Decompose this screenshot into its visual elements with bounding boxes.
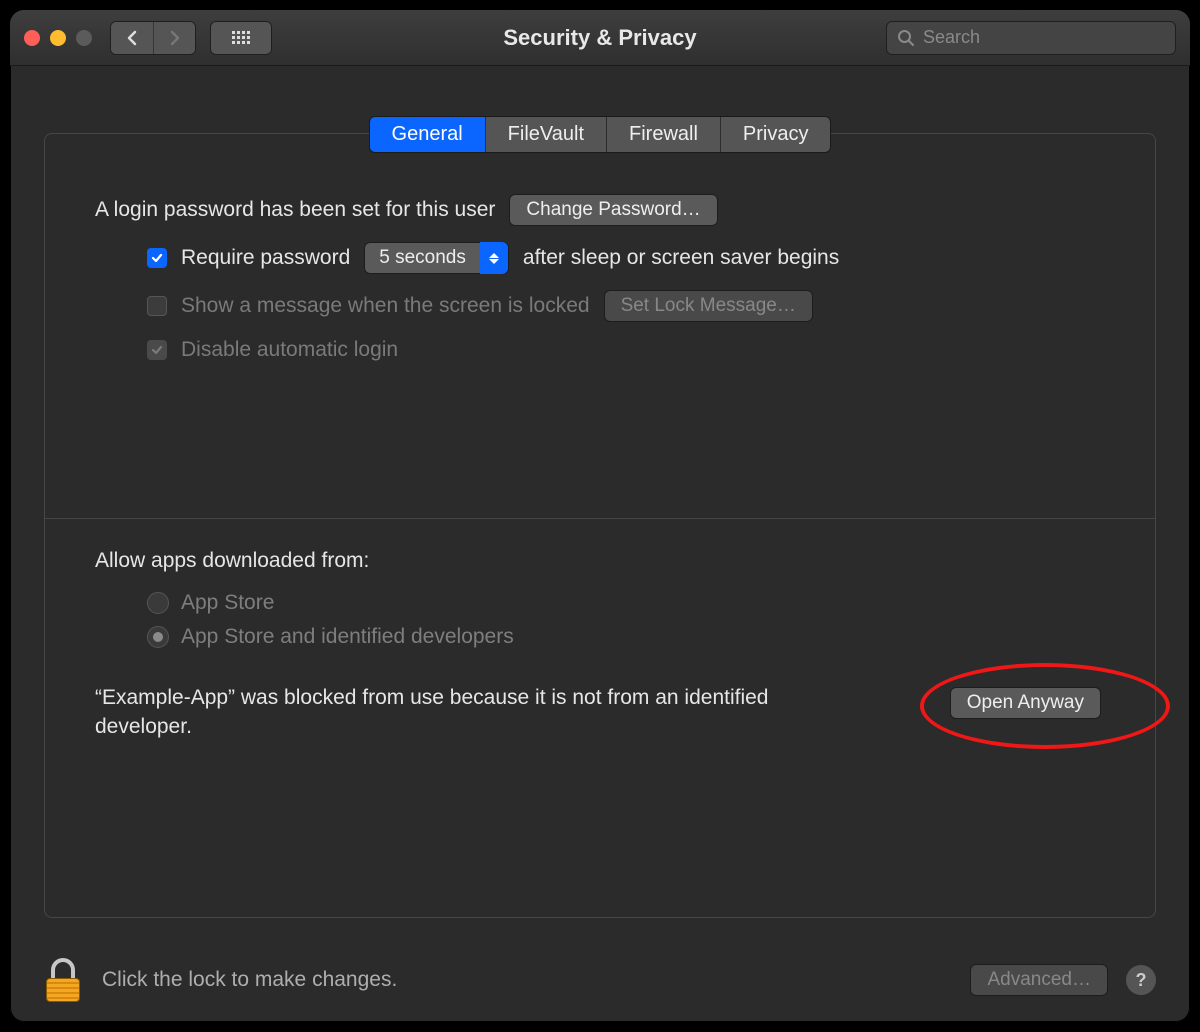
lock-hint-text: Click the lock to make changes. — [102, 968, 397, 992]
open-anyway-button[interactable]: Open Anyway — [950, 687, 1101, 719]
close-window-button[interactable] — [24, 30, 40, 46]
require-password-delay-value: 5 seconds — [379, 247, 466, 269]
login-password-set-text: A login password has been set for this u… — [95, 198, 495, 222]
body: General FileVault Firewall Privacy A log… — [10, 66, 1190, 938]
forward-button — [153, 22, 195, 54]
tab-filevault[interactable]: FileVault — [485, 117, 606, 152]
tab-bar: General FileVault Firewall Privacy — [369, 116, 832, 153]
require-password-checkbox[interactable] — [147, 248, 167, 268]
divider — [45, 518, 1155, 519]
search-icon — [897, 29, 915, 47]
advanced-button[interactable]: Advanced… — [970, 964, 1108, 996]
titlebar: Security & Privacy — [10, 10, 1190, 66]
change-password-button[interactable]: Change Password… — [509, 194, 717, 226]
show-all-button[interactable] — [210, 21, 272, 55]
grid-icon — [232, 31, 250, 44]
show-lock-message-label: Show a message when the screen is locked — [181, 294, 590, 318]
require-password-delay-select[interactable]: 5 seconds — [364, 242, 509, 274]
set-lock-message-button: Set Lock Message… — [604, 290, 813, 322]
show-lock-message-checkbox — [147, 296, 167, 316]
require-password-suffix: after sleep or screen saver begins — [523, 246, 839, 270]
require-password-prefix: Require password — [181, 246, 350, 270]
radio-app-store-label: App Store — [181, 591, 274, 615]
search-input[interactable] — [923, 27, 1165, 48]
help-button[interactable]: ? — [1126, 965, 1156, 995]
tab-general[interactable]: General — [370, 117, 485, 152]
chevron-updown-icon — [480, 242, 508, 274]
tab-privacy[interactable]: Privacy — [720, 117, 831, 152]
general-panel: A login password has been set for this u… — [44, 133, 1156, 918]
window-title: Security & Privacy — [503, 25, 696, 51]
blocked-app-message: “Example-App” was blocked from use becau… — [95, 683, 795, 742]
footer: Click the lock to make changes. Advanced… — [10, 938, 1190, 1022]
radio-app-store — [147, 592, 169, 614]
minimize-window-button[interactable] — [50, 30, 66, 46]
window-controls — [24, 30, 92, 46]
zoom-window-button — [76, 30, 92, 46]
back-button[interactable] — [111, 22, 153, 54]
search-field[interactable] — [886, 21, 1176, 55]
disable-auto-login-label: Disable automatic login — [181, 338, 398, 362]
disable-auto-login-checkbox — [147, 340, 167, 360]
radio-identified-developers-label: App Store and identified developers — [181, 625, 514, 649]
radio-identified-developers — [147, 626, 169, 648]
tab-firewall[interactable]: Firewall — [606, 117, 720, 152]
preferences-window: Security & Privacy General FileVault Fir… — [10, 10, 1190, 1022]
nav-buttons — [110, 21, 196, 55]
lock-icon[interactable] — [44, 958, 82, 1002]
allow-apps-title: Allow apps downloaded from: — [95, 549, 1105, 573]
